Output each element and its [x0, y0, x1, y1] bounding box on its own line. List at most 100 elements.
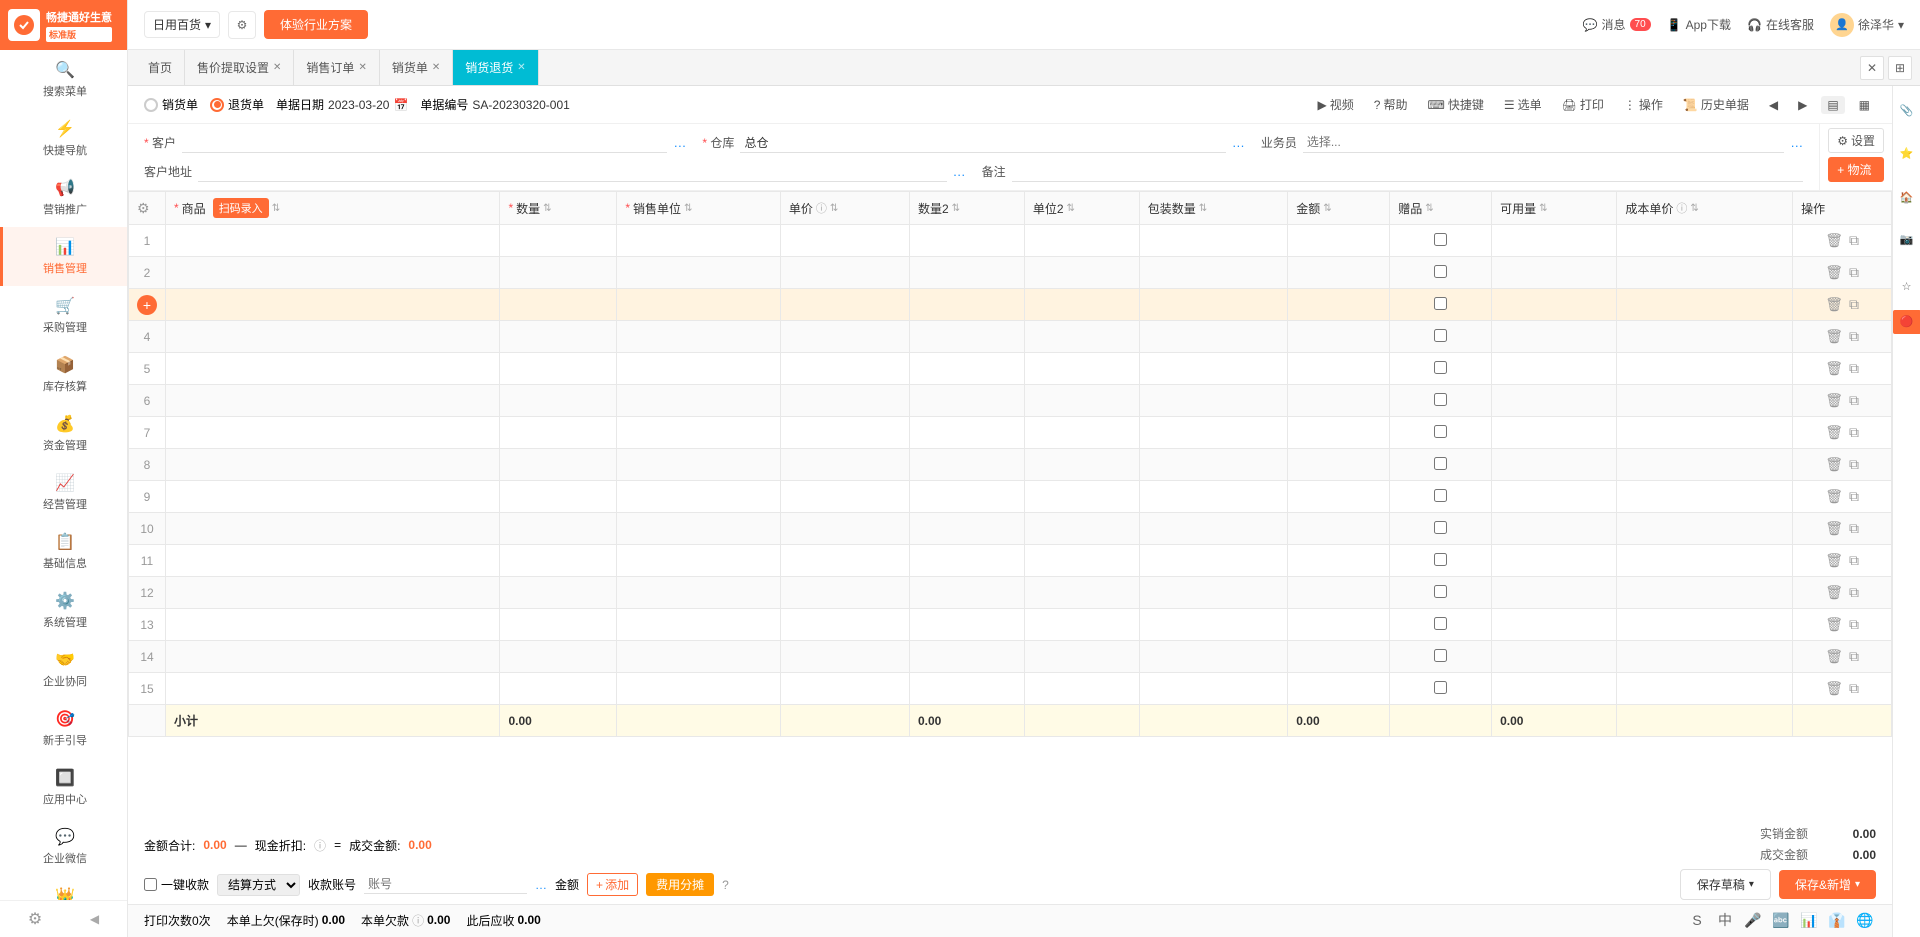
- bottom-icon-5[interactable]: 📊: [1798, 909, 1820, 931]
- row-10-delete-icon[interactable]: 🗑: [1825, 520, 1843, 537]
- collapse-icon[interactable]: ◀: [90, 912, 99, 926]
- row-3-gift[interactable]: [1390, 289, 1492, 321]
- staff-input[interactable]: [1303, 132, 1784, 153]
- row-1-qty2[interactable]: [909, 225, 1024, 257]
- th-pkg-qty-sort-icon[interactable]: ⇅: [1199, 203, 1207, 214]
- row-1-product[interactable]: [166, 225, 500, 257]
- bottom-icon-1[interactable]: S: [1686, 909, 1708, 931]
- print-btn[interactable]: 🖨 打印: [1556, 94, 1610, 115]
- staff-select-icon[interactable]: …: [1790, 135, 1803, 150]
- row-3-delete-icon[interactable]: 🗑: [1825, 296, 1843, 313]
- row-1-pkg-qty[interactable]: [1139, 225, 1288, 257]
- row-2-amount[interactable]: [1288, 257, 1390, 289]
- row-4-delete-icon[interactable]: 🗑: [1825, 328, 1843, 345]
- row-1-unit[interactable]: [617, 225, 781, 257]
- sidebar-item-sales[interactable]: 📊 销售管理: [0, 227, 127, 286]
- customer-input[interactable]: [182, 132, 667, 153]
- row-6-copy-icon[interactable]: ⧉: [1849, 392, 1859, 409]
- th-available-sort-icon[interactable]: ⇅: [1539, 203, 1547, 214]
- row-4-copy-icon[interactable]: ⧉: [1849, 328, 1859, 345]
- customer-select-icon[interactable]: …: [673, 135, 686, 150]
- help-btn[interactable]: ? 帮助: [1368, 94, 1414, 115]
- row-1-delete-icon[interactable]: 🗑: [1825, 232, 1843, 249]
- tab-sales-order[interactable]: 销售订单 ✕: [294, 50, 379, 85]
- th-gift-sort-icon[interactable]: ⇅: [1425, 203, 1433, 214]
- bottom-icon-7[interactable]: 🌐: [1854, 909, 1876, 931]
- row-14-copy-icon[interactable]: ⧉: [1849, 648, 1859, 665]
- select-bill-btn[interactable]: ☰ 选单: [1498, 94, 1548, 115]
- th-qty2-sort-icon[interactable]: ⇅: [952, 203, 960, 214]
- bottom-icon-3[interactable]: 🎤: [1742, 909, 1764, 931]
- row-3-copy-icon[interactable]: ⧉: [1849, 296, 1859, 313]
- sidebar-item-search[interactable]: 🔍 搜索菜单: [0, 50, 127, 109]
- address-select-icon[interactable]: …: [953, 164, 966, 179]
- tab-close-all-button[interactable]: ✕: [1860, 56, 1884, 80]
- sidebar-item-finance[interactable]: 💰 资金管理: [0, 404, 127, 463]
- th-qty-sort-icon[interactable]: ⇅: [543, 203, 551, 214]
- sidebar-item-collab[interactable]: 🤝 企业协同: [0, 640, 127, 699]
- sidebar-item-basics[interactable]: 📋 基础信息: [0, 522, 127, 581]
- row-3-product-input[interactable]: [174, 298, 491, 312]
- row-1-gift[interactable]: [1390, 225, 1492, 257]
- one-click-pay-checkbox[interactable]: [144, 878, 157, 891]
- address-input[interactable]: [198, 161, 947, 182]
- rp-btn-5[interactable]: ☆: [1895, 266, 1919, 306]
- scan-button[interactable]: 扫码录入: [213, 198, 269, 218]
- row-2-cost-price[interactable]: [1617, 257, 1793, 289]
- radio-return[interactable]: 退货单: [210, 96, 264, 113]
- row-1-available[interactable]: [1492, 225, 1617, 257]
- row-1-price[interactable]: [780, 225, 909, 257]
- row-12-copy-icon[interactable]: ⧉: [1849, 584, 1859, 601]
- th-unit2-sort-icon[interactable]: ⇅: [1067, 203, 1075, 214]
- rp-btn-4[interactable]: 📷: [1895, 222, 1919, 262]
- settings-action-btn[interactable]: ⚙ 保存草稿 设置: [1828, 128, 1884, 153]
- rp-btn-6[interactable]: 🔴: [1893, 310, 1920, 334]
- row-3-pkg-qty[interactable]: [1139, 289, 1288, 321]
- table-settings-icon[interactable]: ⚙: [137, 200, 150, 216]
- save-draft-button[interactable]: 保存草稿 ▾: [1680, 869, 1771, 900]
- industry-select[interactable]: 日用百货 ▾: [144, 11, 220, 38]
- row-11-delete-icon[interactable]: 🗑: [1825, 552, 1843, 569]
- sidebar-item-appstore[interactable]: 🔲 应用中心: [0, 758, 127, 817]
- row-13-copy-icon[interactable]: ⧉: [1849, 616, 1859, 633]
- warehouse-select-icon[interactable]: …: [1232, 135, 1245, 150]
- row-1-copy-icon[interactable]: ⧉: [1849, 232, 1859, 249]
- settings-bottom-icon[interactable]: ⚙: [28, 909, 42, 929]
- rp-btn-3[interactable]: 🏠: [1895, 178, 1919, 218]
- row-1-cost-price[interactable]: [1617, 225, 1793, 257]
- sidebar-item-guide[interactable]: 🎯 新手引导: [0, 699, 127, 758]
- row-15-copy-icon[interactable]: ⧉: [1849, 680, 1859, 697]
- account-input[interactable]: [364, 875, 527, 894]
- row-3-available[interactable]: [1492, 289, 1617, 321]
- one-click-pay-label[interactable]: 一键收款: [144, 876, 209, 893]
- row-2-unit2[interactable]: [1024, 257, 1139, 289]
- message-item[interactable]: 💬 消息 70: [1583, 16, 1651, 33]
- tab-sales-return-close[interactable]: ✕: [517, 62, 525, 73]
- row-13-delete-icon[interactable]: 🗑: [1825, 616, 1843, 633]
- calendar-icon[interactable]: 📅: [393, 98, 408, 112]
- add-row-button[interactable]: +: [137, 295, 157, 315]
- sidebar-item-system[interactable]: ⚙️ 系统管理: [0, 581, 127, 640]
- th-gear[interactable]: ⚙: [129, 192, 166, 225]
- warehouse-input[interactable]: [740, 132, 1225, 153]
- th-price-sort-icon[interactable]: ⇅: [830, 203, 838, 214]
- sidebar-item-member[interactable]: 👑 畅会员: [0, 876, 127, 900]
- row-2-delete-icon[interactable]: 🗑: [1825, 264, 1843, 281]
- row-3-qty2[interactable]: [909, 289, 1024, 321]
- row-2-pkg-qty[interactable]: [1139, 257, 1288, 289]
- bottom-icon-6[interactable]: 👔: [1826, 909, 1848, 931]
- th-cost-price-sort-icon[interactable]: ⇅: [1690, 203, 1698, 214]
- user-info[interactable]: 👤 徐泽华 ▾: [1830, 13, 1904, 37]
- sidebar-item-marketing[interactable]: 📢 营销推广: [0, 168, 127, 227]
- row-2-qty[interactable]: [500, 257, 617, 289]
- row-10-copy-icon[interactable]: ⧉: [1849, 520, 1859, 537]
- bottom-icon-4[interactable]: 🔤: [1770, 909, 1792, 931]
- row-2-gift-checkbox[interactable]: [1434, 265, 1447, 278]
- row-12-delete-icon[interactable]: 🗑: [1825, 584, 1843, 601]
- row-3-unit[interactable]: [617, 289, 781, 321]
- app-download-item[interactable]: 📱 App下载: [1667, 16, 1731, 33]
- sidebar-item-inventory[interactable]: 📦 库存核算: [0, 345, 127, 404]
- row-4-product[interactable]: [166, 321, 500, 353]
- prev-record-btn[interactable]: ◀: [1763, 96, 1784, 114]
- tab-price-settings-close[interactable]: ✕: [273, 62, 281, 73]
